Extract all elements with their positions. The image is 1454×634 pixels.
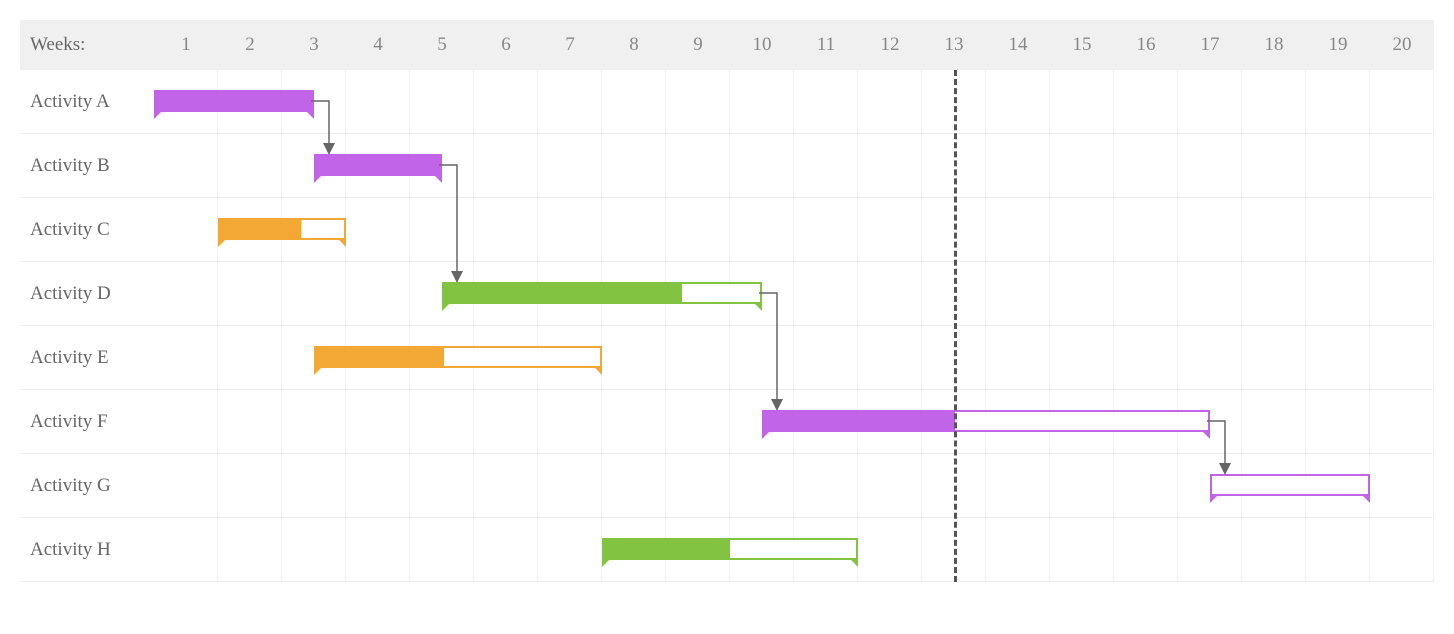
week-header: 10 (730, 34, 794, 56)
task-cells (154, 134, 1434, 197)
week-header: 5 (410, 34, 474, 56)
week-header: 2 (218, 34, 282, 56)
task-label: Activity D (20, 283, 154, 305)
task-bar-fill (218, 218, 301, 240)
week-columns: 1234567891011121314151617181920 (154, 34, 1434, 56)
task-bar[interactable] (762, 410, 1210, 432)
task-row: Activity H (20, 518, 1434, 582)
week-header: 12 (858, 34, 922, 56)
week-header: 11 (794, 34, 858, 56)
gantt-chart: Weeks: 1234567891011121314151617181920 A… (20, 20, 1434, 614)
task-bar[interactable] (314, 346, 602, 368)
gantt-rows: Activity A Activity B Activity C Activity D… (20, 70, 1434, 582)
task-row: Activity E (20, 326, 1434, 390)
task-bar-fill (602, 538, 730, 560)
task-cells (154, 70, 1434, 133)
today-line (954, 70, 957, 582)
task-bar-fill (314, 346, 444, 368)
task-cells (154, 326, 1434, 389)
task-label: Activity B (20, 155, 154, 177)
task-cells (154, 390, 1434, 453)
task-bar[interactable] (314, 154, 442, 176)
task-bar-outline (730, 538, 858, 560)
week-header: 1 (154, 34, 218, 56)
week-header: 16 (1114, 34, 1178, 56)
task-row: Activity B (20, 134, 1434, 198)
header-label: Weeks: (20, 34, 154, 56)
task-row: Activity D (20, 262, 1434, 326)
week-header: 13 (922, 34, 986, 56)
task-bar[interactable] (602, 538, 858, 560)
week-header: 7 (538, 34, 602, 56)
week-header: 15 (1050, 34, 1114, 56)
week-header: 4 (346, 34, 410, 56)
week-header: 20 (1370, 34, 1434, 56)
task-label: Activity H (20, 539, 154, 561)
task-row: Activity G (20, 454, 1434, 518)
task-bar-fill (762, 410, 955, 432)
week-header: 9 (666, 34, 730, 56)
task-bar-outline (682, 282, 762, 304)
week-header: 8 (602, 34, 666, 56)
task-bar-outline (955, 410, 1210, 432)
task-bar[interactable] (442, 282, 762, 304)
week-header: 6 (474, 34, 538, 56)
task-label: Activity A (20, 91, 154, 113)
task-cells (154, 262, 1434, 325)
task-bar-fill (154, 90, 314, 112)
week-header: 17 (1178, 34, 1242, 56)
week-header: 3 (282, 34, 346, 56)
task-label: Activity E (20, 347, 154, 369)
task-bar[interactable] (154, 90, 314, 112)
task-cells (154, 454, 1434, 517)
task-cells (154, 198, 1434, 261)
task-bar-fill (314, 154, 442, 176)
task-row: Activity C (20, 198, 1434, 262)
task-label: Activity G (20, 475, 154, 497)
task-row: Activity A (20, 70, 1434, 134)
week-header: 14 (986, 34, 1050, 56)
week-header: 18 (1242, 34, 1306, 56)
task-bar-outline (444, 346, 602, 368)
task-bar-outline (1210, 474, 1370, 496)
week-header: 19 (1306, 34, 1370, 56)
task-bar-outline (301, 218, 346, 240)
task-bar[interactable] (1210, 474, 1370, 496)
task-cells (154, 518, 1434, 581)
header-row: Weeks: 1234567891011121314151617181920 (20, 20, 1434, 70)
task-label: Activity C (20, 219, 154, 241)
task-bar[interactable] (218, 218, 346, 240)
task-label: Activity F (20, 411, 154, 433)
task-row: Activity F (20, 390, 1434, 454)
task-bar-fill (442, 282, 682, 304)
